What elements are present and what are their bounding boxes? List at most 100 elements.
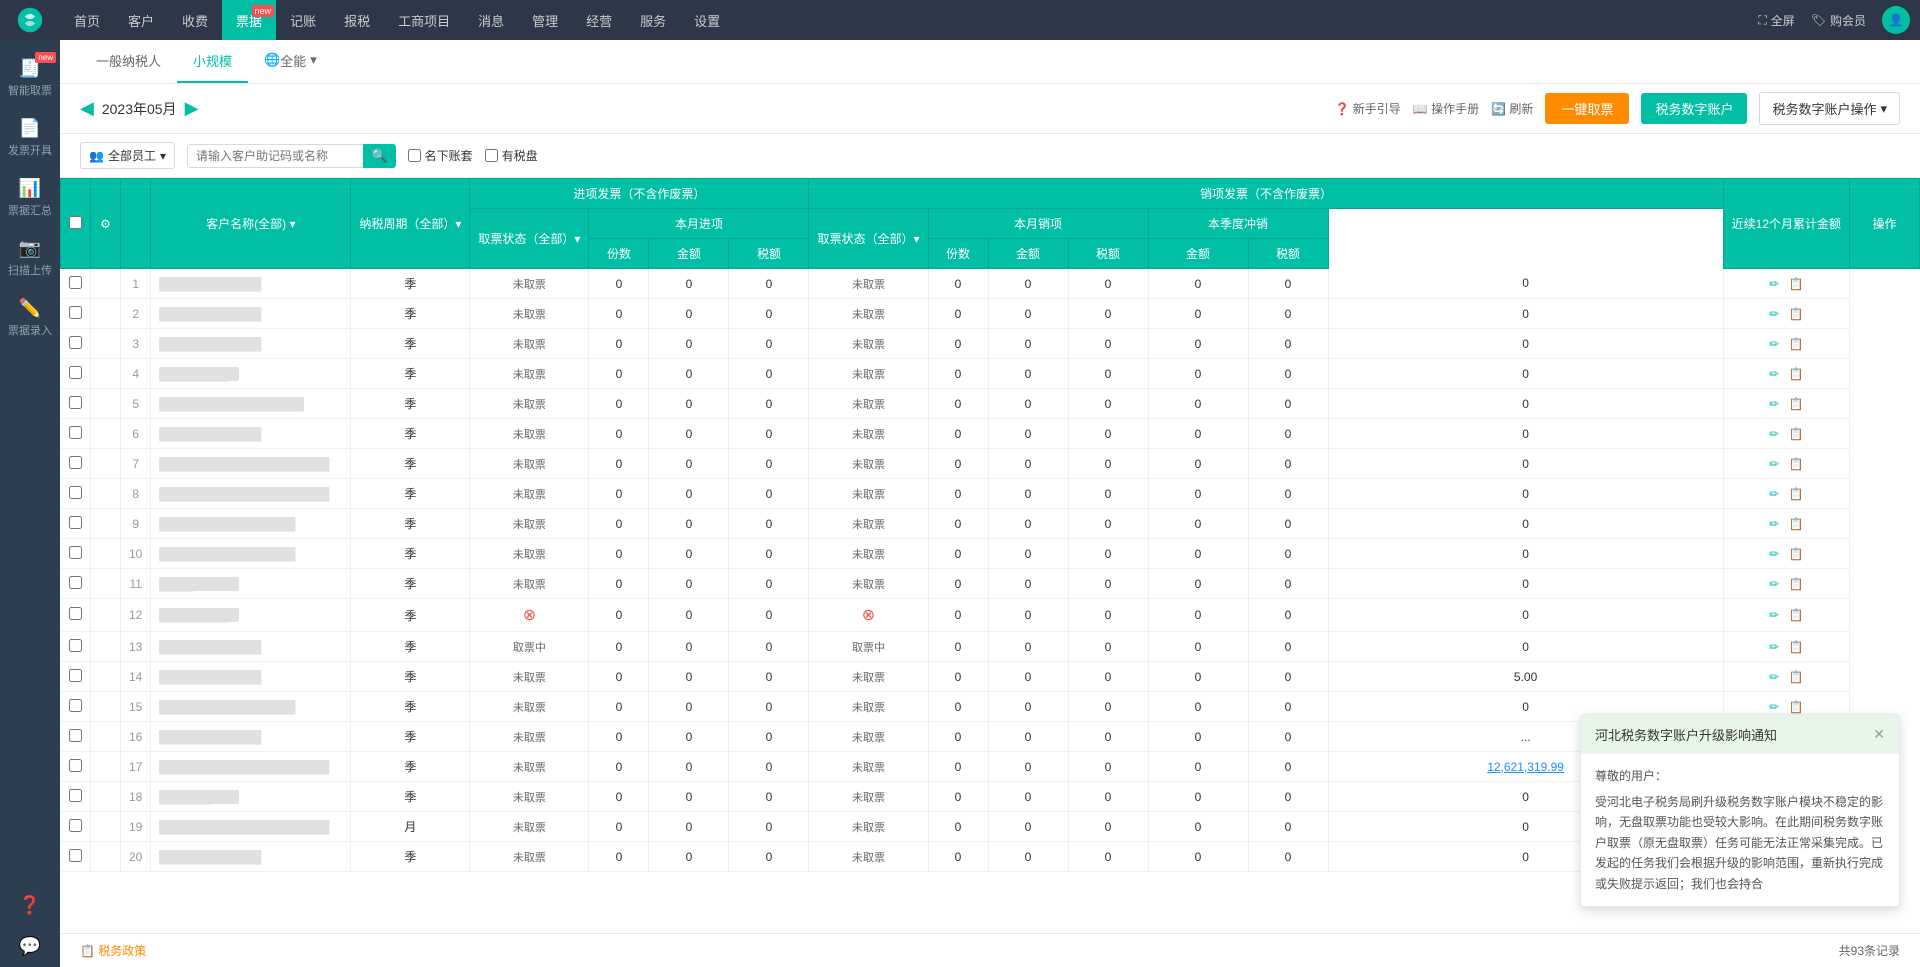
edit-icon[interactable]: ✏	[1769, 700, 1779, 714]
nav-biz[interactable]: 工商项目	[384, 0, 464, 40]
row-checkbox[interactable]	[69, 516, 82, 529]
period-prev-arrow[interactable]: ◀	[80, 98, 94, 119]
tab-all[interactable]: 🌐 全能 ▾	[248, 40, 333, 83]
has-tax-checkbox[interactable]: 有税盘	[485, 147, 538, 164]
copy-icon[interactable]: 📋	[1789, 608, 1804, 622]
row-checkbox[interactable]	[69, 366, 82, 379]
row-checkbox[interactable]	[69, 789, 82, 802]
edit-icon[interactable]: ✏	[1769, 277, 1779, 291]
filter-icon[interactable]: ▾	[290, 217, 296, 231]
tab-general[interactable]: 一般纳税人	[80, 40, 177, 83]
has-tax-input[interactable]	[485, 149, 498, 162]
copy-icon[interactable]: 📋	[1789, 517, 1804, 531]
row-checkbox[interactable]	[69, 396, 82, 409]
copy-icon[interactable]: 📋	[1789, 367, 1804, 381]
row-checkbox[interactable]	[69, 639, 82, 652]
sidebar-item-entry[interactable]: ✏️ 票据录入	[0, 288, 60, 348]
copy-icon[interactable]: 📋	[1789, 277, 1804, 291]
edit-icon[interactable]: ✏	[1769, 517, 1779, 531]
edit-icon[interactable]: ✏	[1769, 427, 1779, 441]
nav-manage[interactable]: 管理	[518, 0, 572, 40]
row-checkbox[interactable]	[69, 336, 82, 349]
nav-account[interactable]: 记账	[276, 0, 330, 40]
member-button[interactable]: 🏷 购会员	[1811, 12, 1866, 29]
edit-icon[interactable]: ✏	[1769, 608, 1779, 622]
new-guide-link[interactable]: ❓ 新手引导	[1334, 100, 1400, 117]
avatar[interactable]: 👤	[1882, 6, 1910, 34]
select-all-checkbox[interactable]	[69, 216, 82, 229]
edit-icon[interactable]: ✏	[1769, 457, 1779, 471]
edit-icon[interactable]: ✏	[1769, 547, 1779, 561]
app-logo[interactable]	[10, 0, 50, 40]
nav-operation[interactable]: 经营	[572, 0, 626, 40]
copy-icon[interactable]: 📋	[1789, 670, 1804, 684]
copy-icon[interactable]: 📋	[1789, 700, 1804, 714]
search-input[interactable]	[187, 144, 367, 168]
row-checkbox[interactable]	[69, 759, 82, 772]
nav-invoice[interactable]: 票据new	[222, 0, 276, 40]
nav-message[interactable]: 消息	[464, 0, 518, 40]
copy-icon[interactable]: 📋	[1789, 487, 1804, 501]
tab-small[interactable]: 小规模	[177, 40, 248, 83]
policy-link[interactable]: 📋 税务政策	[80, 942, 146, 959]
edit-icon[interactable]: ✏	[1769, 397, 1779, 411]
row-checkbox[interactable]	[69, 306, 82, 319]
row-checkbox[interactable]	[69, 849, 82, 862]
sidebar-item-summary[interactable]: 📊 票据汇总	[0, 168, 60, 228]
nav-billing[interactable]: 收费	[168, 0, 222, 40]
manual-link[interactable]: 📖 操作手册	[1413, 100, 1479, 117]
edit-icon[interactable]: ✏	[1769, 640, 1779, 654]
sidebar-item-invoice-open[interactable]: 📄 发票开具	[0, 108, 60, 168]
edit-icon[interactable]: ✏	[1769, 577, 1779, 591]
copy-icon[interactable]: 📋	[1789, 457, 1804, 471]
digital-ops-button[interactable]: 税务数字账户操作 ▾	[1759, 92, 1900, 125]
sidebar-item-scan[interactable]: 📷 扫描上传	[0, 228, 60, 288]
nav-settings[interactable]: 设置	[680, 0, 734, 40]
my-account-checkbox[interactable]: 名下账套	[408, 147, 473, 164]
period-next-arrow[interactable]: ▶	[185, 98, 199, 119]
digital-account-button[interactable]: 税务数字账户	[1641, 93, 1747, 124]
in-status-icon[interactable]: ▾	[574, 232, 580, 246]
nav-client[interactable]: 客户	[114, 0, 168, 40]
row-checkbox[interactable]	[69, 426, 82, 439]
row-checkbox[interactable]	[69, 729, 82, 742]
nav-home[interactable]: 首页	[60, 0, 114, 40]
copy-icon[interactable]: 📋	[1789, 307, 1804, 321]
edit-icon[interactable]: ✏	[1769, 367, 1779, 381]
edit-icon[interactable]: ✏	[1769, 670, 1779, 684]
copy-icon[interactable]: 📋	[1789, 640, 1804, 654]
copy-icon[interactable]: 📋	[1789, 547, 1804, 561]
row-checkbox[interactable]	[69, 607, 82, 620]
one-click-button[interactable]: 一键取票	[1545, 93, 1629, 124]
sidebar-item-feedback[interactable]: 💬	[0, 926, 60, 967]
edit-icon[interactable]: ✏	[1769, 487, 1779, 501]
row-checkbox[interactable]	[69, 276, 82, 289]
row-checkbox[interactable]	[69, 669, 82, 682]
refresh-link[interactable]: 🔄 刷新	[1491, 100, 1533, 117]
row-checkbox[interactable]	[69, 699, 82, 712]
td-out-status: 未取票	[809, 692, 928, 722]
settings-icon[interactable]: ⚙	[100, 217, 111, 231]
edit-icon[interactable]: ✏	[1769, 307, 1779, 321]
sidebar-item-smart-ticket[interactable]: new 🧾 智能取票	[0, 48, 60, 108]
copy-icon[interactable]: 📋	[1789, 397, 1804, 411]
notification-close[interactable]: ✕	[1873, 726, 1885, 743]
employee-select[interactable]: 👥 全部员工 ▾	[80, 142, 175, 169]
edit-icon[interactable]: ✏	[1769, 337, 1779, 351]
row-checkbox[interactable]	[69, 819, 82, 832]
copy-icon[interactable]: 📋	[1789, 337, 1804, 351]
period-filter-icon[interactable]: ▾	[455, 217, 461, 231]
row-checkbox[interactable]	[69, 576, 82, 589]
my-account-input[interactable]	[408, 149, 421, 162]
copy-icon[interactable]: 📋	[1789, 577, 1804, 591]
row-checkbox[interactable]	[69, 456, 82, 469]
copy-icon[interactable]: 📋	[1789, 427, 1804, 441]
nav-service[interactable]: 服务	[626, 0, 680, 40]
fullscreen-button[interactable]: ⛶ 全屏	[1758, 12, 1794, 29]
nav-tax[interactable]: 报税	[330, 0, 384, 40]
sidebar-item-help[interactable]: ❓	[0, 885, 60, 926]
row-checkbox[interactable]	[69, 546, 82, 559]
search-button[interactable]: 🔍	[363, 144, 396, 168]
out-status-icon[interactable]: ▾	[913, 232, 919, 246]
row-checkbox[interactable]	[69, 486, 82, 499]
